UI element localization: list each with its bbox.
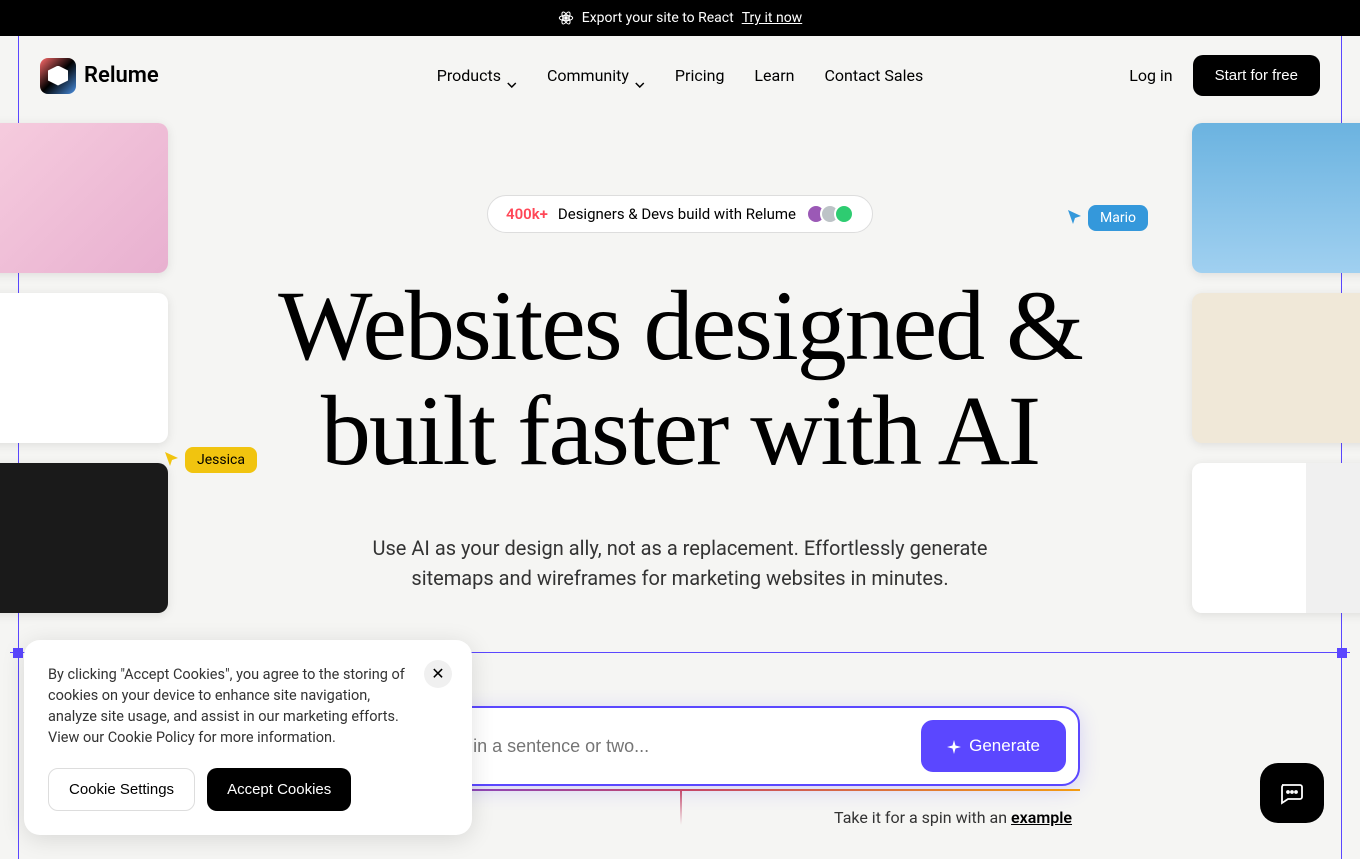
signup-button[interactable]: Start for free [1193, 55, 1320, 96]
example-prompt-hint: Take it for a spin with an example [834, 808, 1072, 827]
nav-products[interactable]: Products [437, 66, 517, 85]
decorative-tick [680, 789, 682, 825]
react-icon [558, 10, 574, 26]
nav-center: Products Community Pricing Learn Contact… [437, 66, 923, 85]
avatar-group [806, 204, 854, 224]
announcement-bar: Export your site to React Try it now [0, 0, 1360, 36]
nav-community[interactable]: Community [547, 66, 645, 85]
user-count: 400k+ [506, 205, 548, 223]
resize-handle-left[interactable] [13, 648, 23, 658]
cookie-text: By clicking "Accept Cookies", you agree … [48, 664, 448, 748]
social-proof-text: Designers & Devs build with Relume [558, 205, 796, 223]
chevron-down-icon [635, 73, 645, 79]
navbar: Relume Products Community Pricing Learn … [0, 36, 1360, 115]
chat-icon [1278, 779, 1306, 807]
hero-subtitle: Use AI as your design ally, not as a rep… [330, 533, 1030, 593]
generate-button[interactable]: Generate [921, 720, 1066, 772]
resize-handle-right[interactable] [1337, 648, 1347, 658]
nav-pricing[interactable]: Pricing [675, 66, 725, 85]
nav-learn[interactable]: Learn [754, 66, 794, 85]
announcement-cta-link[interactable]: Try it now [742, 10, 803, 26]
close-icon: ✕ [431, 664, 444, 684]
hero-title: Websites designed & built faster with AI [0, 273, 1360, 483]
social-proof-badge: 400k+ Designers & Devs build with Relume [487, 195, 873, 233]
nav-right: Log in Start for free [1129, 55, 1320, 96]
cookie-close-button[interactable]: ✕ [424, 660, 452, 688]
sparkle-icon [947, 739, 961, 753]
cookie-settings-button[interactable]: Cookie Settings [48, 768, 195, 811]
nav-contact-sales[interactable]: Contact Sales [824, 66, 923, 85]
avatar [834, 204, 854, 224]
hero-section: 400k+ Designers & Devs build with Relume… [0, 115, 1360, 593]
chevron-down-icon [507, 73, 517, 79]
announcement-text: Export your site to React [582, 10, 734, 26]
login-link[interactable]: Log in [1129, 66, 1172, 85]
chat-button[interactable] [1260, 763, 1324, 823]
cookie-accept-button[interactable]: Accept Cookies [207, 768, 351, 811]
logo-icon [40, 58, 76, 94]
cookie-actions: Cookie Settings Accept Cookies [48, 768, 448, 811]
cookie-banner: ✕ By clicking "Accept Cookies", you agre… [24, 640, 472, 835]
logo-text: Relume [84, 63, 159, 88]
example-link[interactable]: example [1011, 808, 1072, 827]
logo[interactable]: Relume [40, 58, 159, 94]
